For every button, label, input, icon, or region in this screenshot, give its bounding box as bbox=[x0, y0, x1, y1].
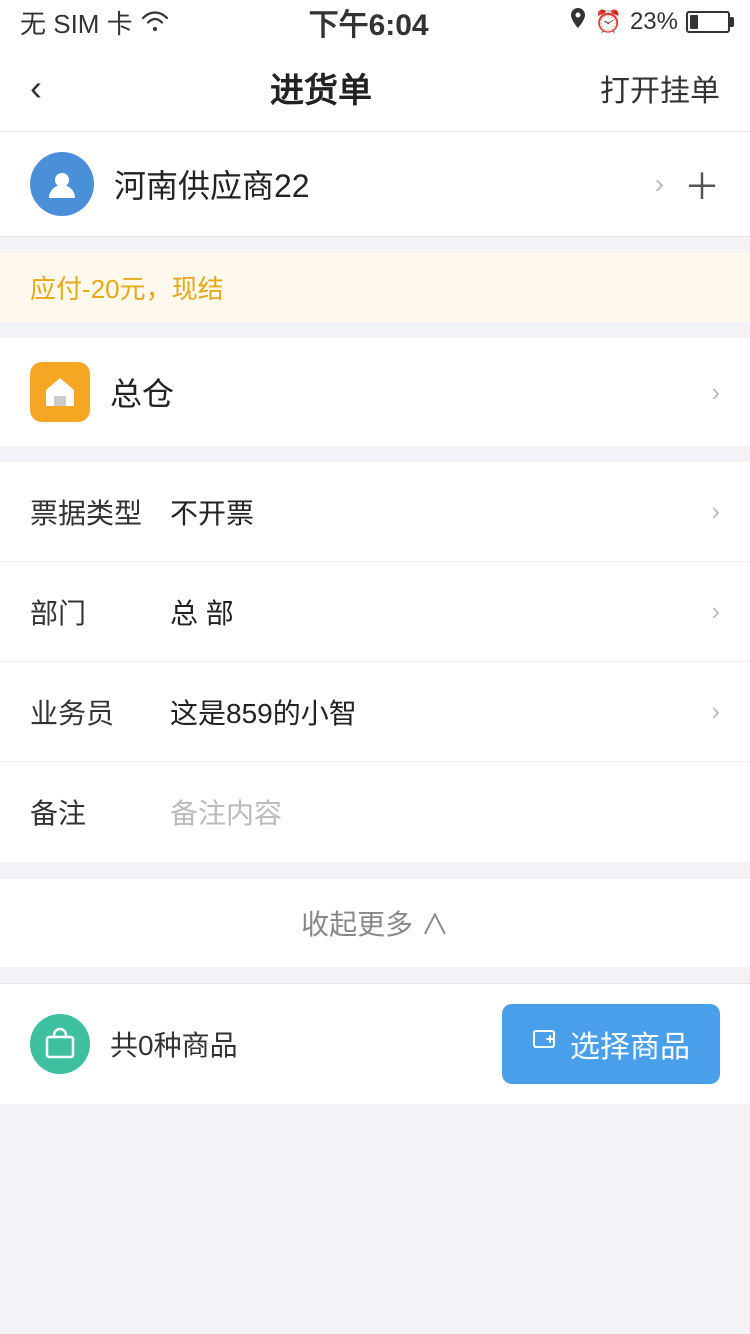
invoice-type-chevron-icon: › bbox=[711, 496, 720, 527]
status-carrier: 无 SIM 卡 bbox=[20, 4, 169, 41]
supplier-row[interactable]: 河南供应商22 › ＋ bbox=[0, 132, 750, 237]
invoice-type-value: 不开票 bbox=[170, 492, 711, 532]
warehouse-icon bbox=[30, 362, 90, 422]
battery-icon bbox=[686, 11, 730, 33]
supplier-section: 河南供应商22 › ＋ bbox=[0, 132, 750, 237]
product-count: 共0种商品 bbox=[110, 1024, 502, 1064]
invoice-type-label: 票据类型 bbox=[30, 492, 170, 532]
department-row[interactable]: 部门 总 部 › bbox=[0, 562, 750, 662]
department-value: 总 部 bbox=[170, 592, 711, 632]
select-products-button[interactable]: 选择商品 bbox=[502, 1004, 720, 1084]
sales-rep-chevron-icon: › bbox=[711, 696, 720, 727]
open-pending-button[interactable]: 打开挂单 bbox=[600, 66, 720, 110]
notice-bar: 应付-20元，现结 bbox=[0, 253, 750, 322]
form-section: 票据类型 不开票 › 部门 总 部 › 业务员 这是859的小智 › 备注 备注… bbox=[0, 462, 750, 862]
remark-row[interactable]: 备注 备注内容 bbox=[0, 762, 750, 862]
carrier-label: 无 SIM 卡 bbox=[20, 4, 133, 41]
status-right: ⏰ 23% bbox=[569, 8, 730, 37]
add-supplier-button[interactable]: ＋ bbox=[684, 158, 720, 210]
notice-text: 应付-20元，现结 bbox=[30, 274, 224, 304]
supplier-name: 河南供应商22 bbox=[114, 161, 655, 207]
status-time: 下午6:04 bbox=[309, 0, 429, 44]
sales-rep-label: 业务员 bbox=[30, 692, 170, 732]
product-icon bbox=[30, 1014, 90, 1074]
supplier-avatar bbox=[30, 152, 94, 216]
page-title: 进货单 bbox=[270, 63, 372, 112]
status-bar: 无 SIM 卡 下午6:04 ⏰ 23% bbox=[0, 0, 750, 44]
nav-bar: ‹ 进货单 打开挂单 bbox=[0, 44, 750, 132]
select-products-icon bbox=[532, 1026, 560, 1062]
remark-input[interactable]: 备注内容 bbox=[170, 792, 720, 832]
wifi-icon bbox=[141, 7, 169, 38]
sales-rep-row[interactable]: 业务员 这是859的小智 › bbox=[0, 662, 750, 762]
warehouse-row[interactable]: 总仓 › bbox=[0, 338, 750, 446]
department-chevron-icon: › bbox=[711, 596, 720, 627]
battery-percent: 23% bbox=[630, 8, 678, 36]
back-button[interactable]: ‹ bbox=[30, 67, 42, 109]
main-content: 河南供应商22 › ＋ 应付-20元，现结 总仓 › 票据类型 不开票 › 部门… bbox=[0, 132, 750, 1104]
invoice-type-row[interactable]: 票据类型 不开票 › bbox=[0, 462, 750, 562]
warehouse-name: 总仓 bbox=[110, 369, 711, 415]
bottom-bar: 共0种商品 选择商品 bbox=[0, 983, 750, 1104]
collapse-label: 收起更多 ∧ bbox=[301, 909, 449, 940]
warehouse-chevron-icon: › bbox=[711, 377, 720, 408]
department-label: 部门 bbox=[30, 592, 170, 632]
collapse-button[interactable]: 收起更多 ∧ bbox=[0, 878, 750, 967]
remark-label: 备注 bbox=[30, 792, 170, 832]
select-products-label: 选择商品 bbox=[570, 1022, 690, 1066]
location-icon bbox=[569, 8, 587, 37]
supplier-chevron-icon: › bbox=[655, 168, 664, 200]
sales-rep-value: 这是859的小智 bbox=[170, 692, 711, 732]
alarm-icon: ⏰ bbox=[595, 9, 622, 35]
